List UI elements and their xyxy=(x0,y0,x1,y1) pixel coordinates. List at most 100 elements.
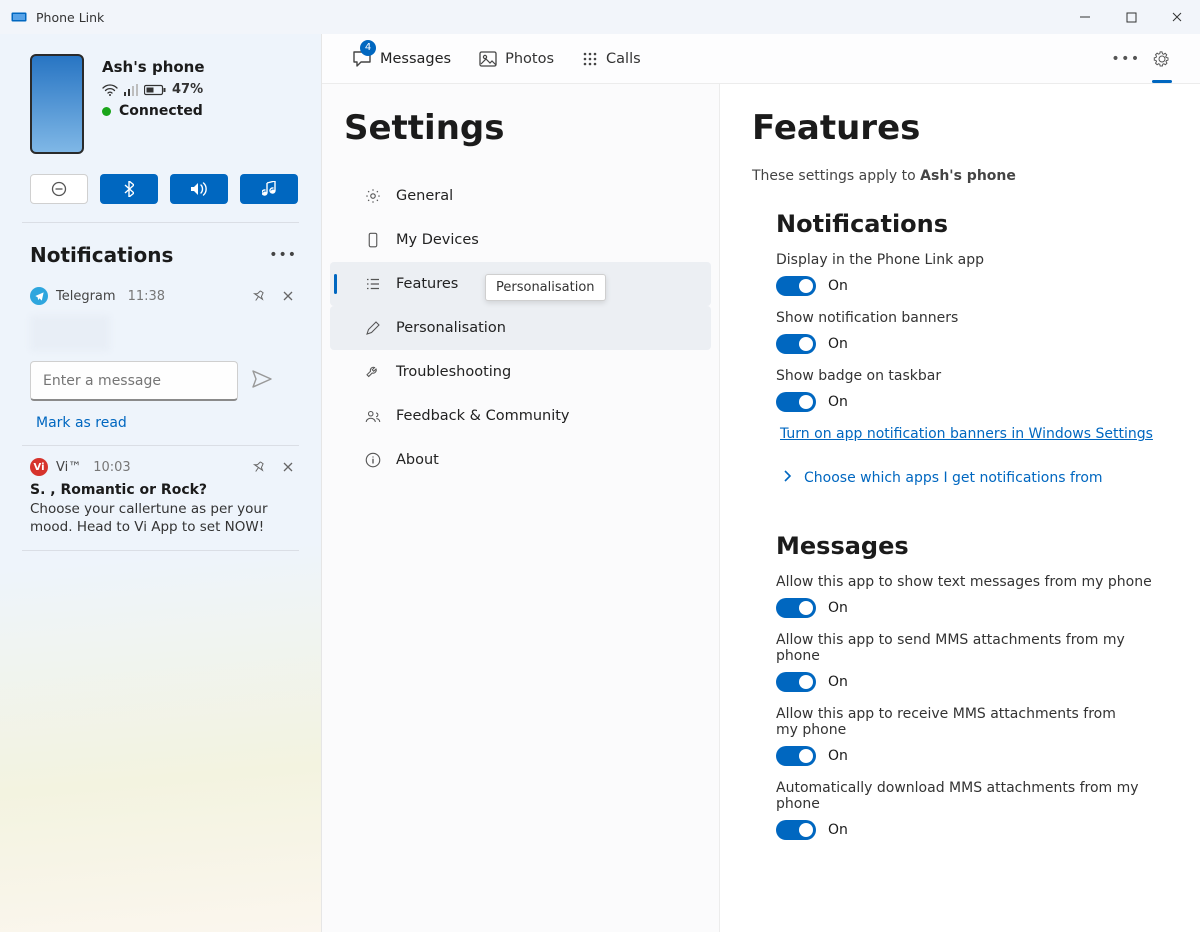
notifications-subheading: Notifications xyxy=(776,210,1170,238)
opt-display-toggle[interactable] xyxy=(776,276,816,296)
title-bar: Phone Link xyxy=(0,0,1200,34)
opt-badge-label: Show badge on taskbar xyxy=(776,368,1170,384)
tab-label: Photos xyxy=(505,51,554,67)
opt-display-label: Display in the Phone Link app xyxy=(776,252,1170,268)
music-button[interactable] xyxy=(240,174,298,204)
reply-input[interactable] xyxy=(30,361,238,401)
list-icon xyxy=(364,275,382,293)
pin-icon[interactable] xyxy=(247,456,269,478)
top-nav: 4 Messages Photos Calls ••• xyxy=(322,34,1200,84)
opt-display-state: On xyxy=(828,278,848,294)
opt-banners-state: On xyxy=(828,336,848,352)
notification-app: Vi™ xyxy=(56,460,81,475)
opt-showtext-state: On xyxy=(828,600,848,616)
gear-icon xyxy=(364,187,382,205)
notification-app: Telegram xyxy=(56,289,116,304)
volume-button[interactable] xyxy=(170,174,228,204)
notification-content-redacted xyxy=(30,315,110,351)
notification-title: S. , Romantic or Rock? xyxy=(30,482,299,498)
telegram-icon xyxy=(30,287,48,305)
opt-sendmms-label: Allow this app to send MMS attachments f… xyxy=(776,632,1170,664)
gear-icon xyxy=(1153,50,1171,68)
quick-actions xyxy=(0,168,321,222)
settings-nav-devices[interactable]: My Devices xyxy=(330,218,711,262)
mark-as-read-link[interactable]: Mark as read xyxy=(30,415,299,431)
chevron-right-icon xyxy=(782,470,792,486)
opt-badge-toggle[interactable] xyxy=(776,392,816,412)
window-minimize-button[interactable] xyxy=(1062,0,1108,34)
window-maximize-button[interactable] xyxy=(1108,0,1154,34)
settings-button[interactable] xyxy=(1144,41,1180,77)
messages-subheading: Messages xyxy=(776,532,1170,560)
settings-pane: Settings General My Devices xyxy=(322,84,720,932)
opt-banners-label: Show notification banners xyxy=(776,310,1170,326)
wrench-icon xyxy=(364,363,382,381)
battery-icon xyxy=(144,84,166,96)
settings-nav-feedback[interactable]: Feedback & Community xyxy=(330,394,711,438)
opt-automms-label: Automatically download MMS attachments f… xyxy=(776,780,1170,812)
connection-status: Connected xyxy=(119,103,203,119)
battery-percent: 47% xyxy=(172,82,203,97)
more-button[interactable]: ••• xyxy=(1108,41,1144,77)
info-icon xyxy=(364,451,382,469)
people-icon xyxy=(364,407,382,425)
settings-nav-general[interactable]: General xyxy=(330,174,711,218)
device-status-row: 47% xyxy=(102,82,205,97)
window-close-button[interactable] xyxy=(1154,0,1200,34)
settings-nav-troubleshooting[interactable]: Troubleshooting xyxy=(330,350,711,394)
tab-label: Calls xyxy=(606,51,641,67)
opt-showtext-toggle[interactable] xyxy=(776,598,816,618)
settings-nav-personalisation[interactable]: Personalisation xyxy=(330,306,711,350)
photos-icon xyxy=(479,51,497,67)
opt-recvmms-state: On xyxy=(828,748,848,764)
notification-item: Vi Vi™ 10:03 S. , Romantic or Rock? Choo… xyxy=(0,446,321,550)
connection-dot-icon xyxy=(102,107,111,116)
tab-calls[interactable]: Calls xyxy=(568,34,655,84)
opt-banners-toggle[interactable] xyxy=(776,334,816,354)
opt-automms-toggle[interactable] xyxy=(776,820,816,840)
send-icon[interactable] xyxy=(252,370,272,392)
tab-messages[interactable]: 4 Messages xyxy=(338,34,465,84)
tooltip: Personalisation xyxy=(485,274,606,301)
pin-icon[interactable] xyxy=(247,285,269,307)
dnd-button[interactable] xyxy=(30,174,88,204)
tab-label: Messages xyxy=(380,51,451,67)
connection-row: Connected xyxy=(102,103,205,119)
vi-icon: Vi xyxy=(30,458,48,476)
calls-icon xyxy=(582,51,598,67)
pencil-icon xyxy=(364,319,382,337)
app-icon xyxy=(10,8,28,26)
notifications-more-button[interactable]: ••• xyxy=(269,247,297,263)
features-heading: Features xyxy=(752,108,1170,148)
notification-time: 10:03 xyxy=(93,460,130,475)
device-name: Ash's phone xyxy=(102,58,205,76)
notification-time: 11:38 xyxy=(128,289,165,304)
dismiss-icon[interactable] xyxy=(277,456,299,478)
notification-body: Choose your callertune as per your mood.… xyxy=(30,500,270,536)
opt-automms-state: On xyxy=(828,822,848,838)
opt-recvmms-label: Allow this app to receive MMS attachment… xyxy=(776,706,1116,738)
phone-graphic[interactable] xyxy=(30,54,84,154)
messages-badge: 4 xyxy=(360,40,376,56)
signal-icon xyxy=(124,84,138,96)
opt-sendmms-toggle[interactable] xyxy=(776,672,816,692)
notifications-heading: Notifications xyxy=(30,243,173,267)
link-windows-banners[interactable]: Turn on app notification banners in Wind… xyxy=(780,426,1153,442)
settings-nav-about[interactable]: About xyxy=(330,438,711,482)
bluetooth-button[interactable] xyxy=(100,174,158,204)
features-pane: Features These settings apply to Ash's p… xyxy=(720,84,1200,932)
app-title: Phone Link xyxy=(36,10,104,25)
opt-sendmms-state: On xyxy=(828,674,848,690)
device-card: Ash's phone 47% Connected xyxy=(0,34,321,168)
notification-item: Telegram 11:38 Mark as read xyxy=(0,275,321,445)
features-applies: These settings apply to Ash's phone xyxy=(752,168,1170,184)
sidebar: Ash's phone 47% Connected Notif xyxy=(0,34,322,932)
link-choose-apps[interactable]: Choose which apps I get notifications fr… xyxy=(804,470,1103,486)
phone-icon xyxy=(364,231,382,249)
opt-recvmms-toggle[interactable] xyxy=(776,746,816,766)
dismiss-icon[interactable] xyxy=(277,285,299,307)
tab-photos[interactable]: Photos xyxy=(465,34,568,84)
opt-showtext-label: Allow this app to show text messages fro… xyxy=(776,574,1170,590)
wifi-icon xyxy=(102,84,118,96)
settings-heading: Settings xyxy=(344,108,719,148)
